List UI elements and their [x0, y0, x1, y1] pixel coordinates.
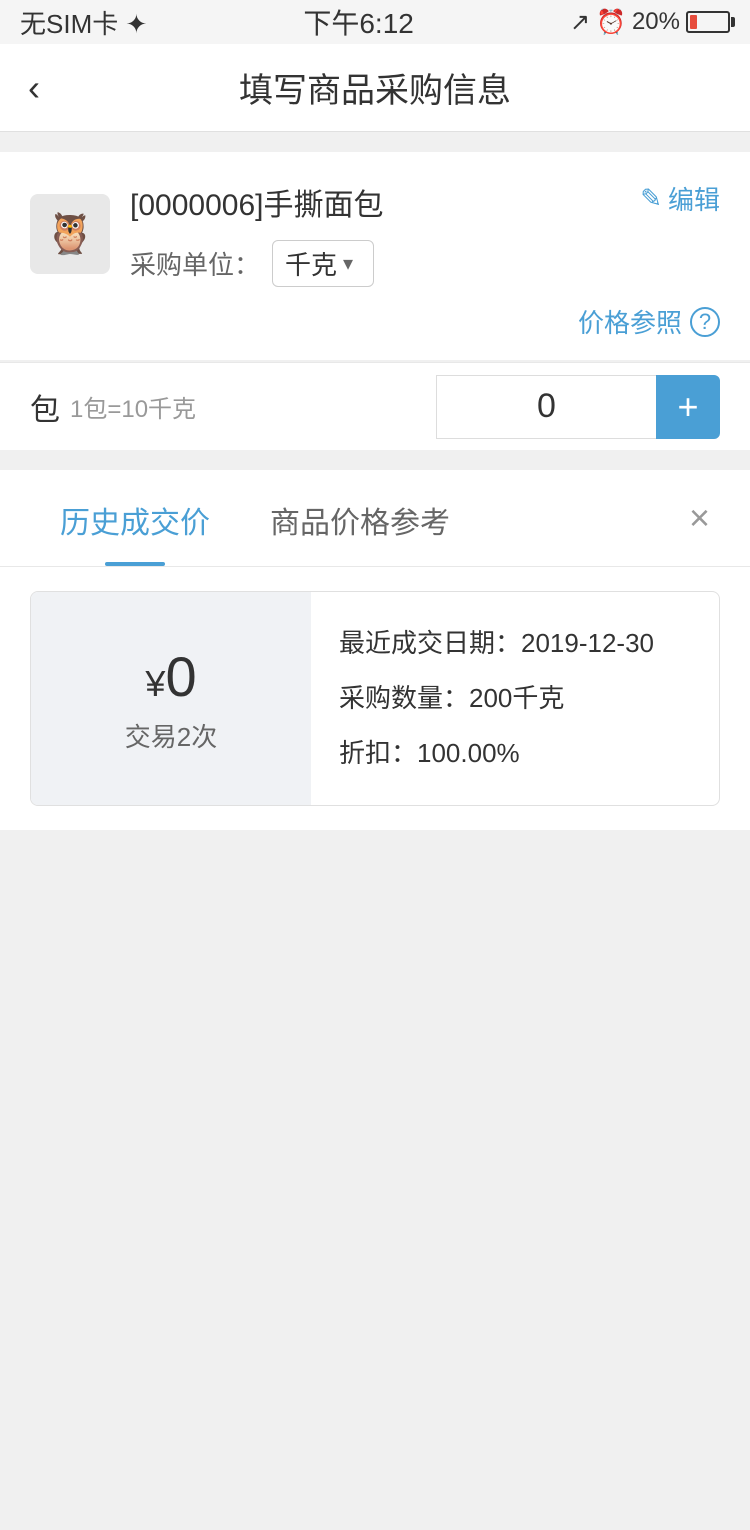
- alarm-icon: ⏰: [596, 8, 626, 37]
- bottom-space: [0, 830, 750, 1530]
- quantity-section: 包 1包=10千克 0 +: [0, 362, 750, 450]
- purchase-qty-value: 200千克: [469, 683, 564, 713]
- help-icon[interactable]: ?: [690, 307, 720, 337]
- tab-price-reference[interactable]: 商品价格参考: [240, 470, 480, 566]
- price-card: ¥0 交易2次 最近成交日期：2019-12-30 采购数量：200千克 折扣：…: [30, 591, 720, 806]
- product-name: [0000006]手撕面包: [130, 180, 383, 224]
- status-bar: 无SIM卡 ✦ 下午6:12 ↗ ⏰ 20%: [0, 0, 750, 44]
- page-title: 填写商品采购信息: [239, 63, 511, 112]
- price-ref-row: 价格参照 ?: [30, 303, 720, 340]
- status-time: 下午6:12: [303, 2, 414, 42]
- product-card: 🦉 [0000006]手撕面包 采购单位： 千克 ▾ ✎ 编辑 价格参照 ?: [0, 152, 750, 360]
- price-card-wrapper: ¥0 交易2次 最近成交日期：2019-12-30 采购数量：200千克 折扣：…: [0, 567, 750, 830]
- discount-row: 折扣：100.00%: [339, 734, 691, 773]
- nav-bar: ‹ 填写商品采购信息: [0, 44, 750, 132]
- back-button[interactable]: ‹: [28, 67, 40, 109]
- quantity-left: 包 1包=10千克: [30, 385, 196, 429]
- product-unit-row: 采购单位： 千克 ▾: [130, 240, 383, 287]
- carrier-text: 无SIM卡 ✦: [20, 4, 147, 41]
- tabs-header: 历史成交价 商品价格参考 ×: [0, 470, 750, 567]
- unit-select[interactable]: 千克 ▾: [272, 240, 374, 287]
- purchase-qty-label: 采购数量：: [339, 683, 469, 713]
- quantity-right: 0 +: [436, 375, 720, 439]
- status-carrier: 无SIM卡 ✦: [20, 4, 147, 41]
- price-card-left: ¥0 交易2次: [31, 592, 311, 805]
- tab-close-button[interactable]: ×: [679, 487, 720, 549]
- price-transactions: 交易2次: [125, 717, 217, 754]
- recent-date-row: 最近成交日期：2019-12-30: [339, 624, 691, 663]
- product-header: 🦉 [0000006]手撕面包 采购单位： 千克 ▾ ✎ 编辑: [30, 180, 720, 287]
- price-amount: ¥0: [145, 644, 196, 709]
- purchase-qty-row: 采购数量：200千克: [339, 679, 691, 718]
- tabs-list: 历史成交价 商品价格参考: [30, 470, 480, 566]
- quantity-value: 0: [537, 387, 556, 426]
- battery-icon: [686, 11, 730, 33]
- recent-date-label: 最近成交日期：: [339, 628, 521, 658]
- quantity-plus-button[interactable]: +: [656, 375, 720, 439]
- currency-symbol: ¥: [145, 663, 165, 704]
- battery-percent: 20%: [632, 8, 680, 36]
- price-ref-link[interactable]: 价格参照: [578, 303, 682, 340]
- product-image-icon: 🦉: [45, 210, 95, 257]
- status-right: ↗ ⏰ 20%: [570, 8, 730, 37]
- recent-date-value: 2019-12-30: [521, 628, 654, 658]
- tabs-section: 历史成交价 商品价格参考 × ¥0 交易2次 最近成交日期：2019-12-30: [0, 470, 750, 830]
- location-icon: ↗: [570, 8, 590, 37]
- chevron-down-icon: ▾: [343, 251, 353, 276]
- plus-icon: +: [677, 386, 698, 428]
- price-card-right: 最近成交日期：2019-12-30 采购数量：200千克 折扣：100.00%: [311, 592, 719, 805]
- quantity-input[interactable]: 0: [436, 375, 656, 439]
- tab-history-price[interactable]: 历史成交价: [30, 470, 240, 566]
- quantity-unit-label: 包: [30, 385, 60, 429]
- battery-fill: [690, 15, 697, 29]
- discount-label: 折扣：: [339, 738, 417, 768]
- product-info: [0000006]手撕面包 采购单位： 千克 ▾: [130, 180, 383, 287]
- product-thumbnail: 🦉: [30, 194, 110, 274]
- discount-value: 100.00%: [417, 738, 520, 768]
- edit-icon: ✎: [640, 183, 662, 214]
- unit-label: 采购单位：: [130, 245, 260, 282]
- edit-button[interactable]: ✎ 编辑: [640, 180, 720, 217]
- unit-value: 千克: [285, 245, 337, 282]
- product-left: 🦉 [0000006]手撕面包 采购单位： 千克 ▾: [30, 180, 383, 287]
- quantity-conversion: 1包=10千克: [70, 389, 196, 424]
- price-value: 0: [165, 645, 196, 708]
